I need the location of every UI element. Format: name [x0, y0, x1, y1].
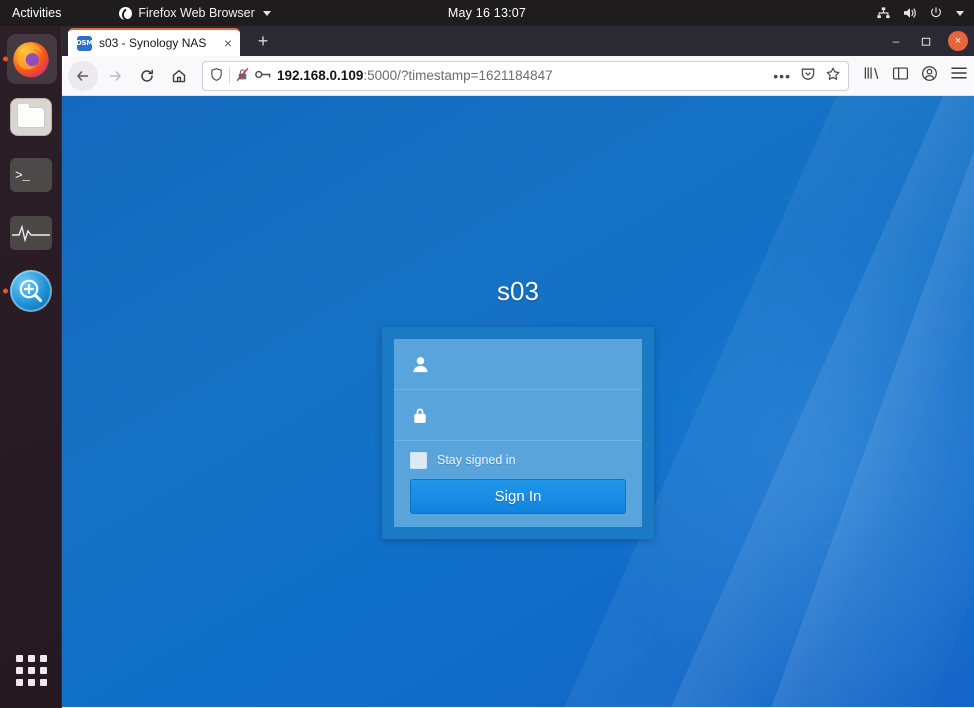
- url-bar[interactable]: 192.168.0.109:5000/?timestamp=1621184847…: [202, 61, 849, 91]
- ubuntu-dock: >_: [0, 26, 62, 708]
- volume-icon[interactable]: [902, 6, 918, 20]
- url-host: 192.168.0.109: [277, 68, 363, 83]
- browser-tab[interactable]: DSM s03 - Synology NAS ×: [68, 28, 240, 56]
- dsm-favicon: DSM: [77, 36, 92, 51]
- dock-item-files[interactable]: [0, 88, 62, 146]
- lock-icon: [410, 406, 430, 425]
- show-applications-button[interactable]: [0, 644, 62, 696]
- minimize-button[interactable]: –: [888, 33, 904, 49]
- clock[interactable]: May 16 13:07: [0, 6, 974, 20]
- tab-strip: DSM s03 - Synology NAS × + – ×: [62, 26, 974, 56]
- navigation-toolbar: 192.168.0.109:5000/?timestamp=1621184847…: [62, 56, 974, 96]
- toolbar-right-actions: [857, 65, 968, 87]
- urlbar-actions: •••: [773, 66, 844, 85]
- tab-title: s03 - Synology NAS: [99, 36, 216, 50]
- reload-button[interactable]: [132, 61, 162, 91]
- stay-signed-in-checkbox[interactable]: [410, 452, 427, 469]
- background-streak: [624, 96, 974, 707]
- window-controls: – ×: [888, 26, 968, 56]
- user-icon: [410, 355, 430, 374]
- pocket-icon[interactable]: [800, 66, 816, 85]
- dock-item-terminal[interactable]: >_: [0, 146, 62, 204]
- tracking-protection-shield-icon[interactable]: [209, 67, 224, 85]
- stay-signed-in-label: Stay signed in: [437, 453, 516, 467]
- password-field[interactable]: [394, 390, 642, 441]
- username-input[interactable]: [430, 339, 642, 389]
- new-tab-button[interactable]: +: [252, 30, 274, 52]
- background-streak: [715, 96, 974, 707]
- system-tray[interactable]: [876, 6, 964, 20]
- gnome-top-bar: Activities Firefox Web Browser May 16 13…: [0, 0, 974, 26]
- screen: Activities Firefox Web Browser May 16 13…: [0, 0, 974, 708]
- apps-grid-icon: [16, 655, 47, 686]
- dock-item-system-monitor[interactable]: [0, 204, 62, 262]
- dock-item-synology-assistant[interactable]: [0, 262, 62, 320]
- sidebar-icon[interactable]: [892, 66, 909, 86]
- page-title: s03: [382, 275, 654, 307]
- terminal-icon: >_: [9, 153, 53, 197]
- running-indicator-dot: [3, 57, 8, 62]
- terminal-prompt-glyph: >_: [10, 158, 52, 192]
- stay-signed-in-row[interactable]: Stay signed in: [394, 441, 642, 479]
- library-icon[interactable]: [863, 65, 880, 86]
- url-text[interactable]: 192.168.0.109:5000/?timestamp=1621184847: [277, 68, 768, 83]
- maximize-button[interactable]: [918, 33, 934, 49]
- star-bookmark-icon[interactable]: [825, 66, 841, 85]
- hamburger-menu-icon[interactable]: [950, 66, 968, 85]
- dsm-login-page: s03: [62, 96, 974, 707]
- close-tab-icon[interactable]: ×: [223, 36, 233, 50]
- signin-button-row: Sign In: [394, 479, 642, 527]
- running-indicator-dot: [3, 289, 8, 294]
- urlbar-separator: [229, 67, 230, 84]
- forward-button[interactable]: [100, 61, 130, 91]
- network-icon[interactable]: [876, 6, 891, 20]
- home-button[interactable]: [164, 61, 194, 91]
- firefox-window: DSM s03 - Synology NAS × + – ×: [62, 26, 974, 708]
- permissions-key-icon[interactable]: [255, 68, 272, 84]
- login-panel: Stay signed in Sign In: [382, 327, 654, 539]
- username-field[interactable]: [394, 339, 642, 390]
- page-actions-icon[interactable]: •••: [773, 72, 791, 80]
- tray-chevron-down-icon[interactable]: [956, 11, 964, 16]
- sign-in-button[interactable]: Sign In: [410, 479, 626, 514]
- password-input[interactable]: [430, 390, 642, 440]
- folder-icon: [9, 95, 53, 139]
- login-container: s03: [382, 275, 654, 539]
- account-icon[interactable]: [921, 65, 938, 87]
- power-icon[interactable]: [929, 6, 943, 20]
- activity-graph-icon: [9, 211, 53, 255]
- insecure-connection-crossed-lock-icon[interactable]: [235, 67, 250, 85]
- url-path: :5000/?timestamp=1621184847: [363, 68, 552, 83]
- close-window-button[interactable]: ×: [948, 31, 968, 51]
- firefox-icon: [9, 37, 53, 81]
- back-button[interactable]: [68, 61, 98, 91]
- synology-assistant-icon: [9, 269, 53, 313]
- dock-item-firefox[interactable]: [0, 30, 62, 88]
